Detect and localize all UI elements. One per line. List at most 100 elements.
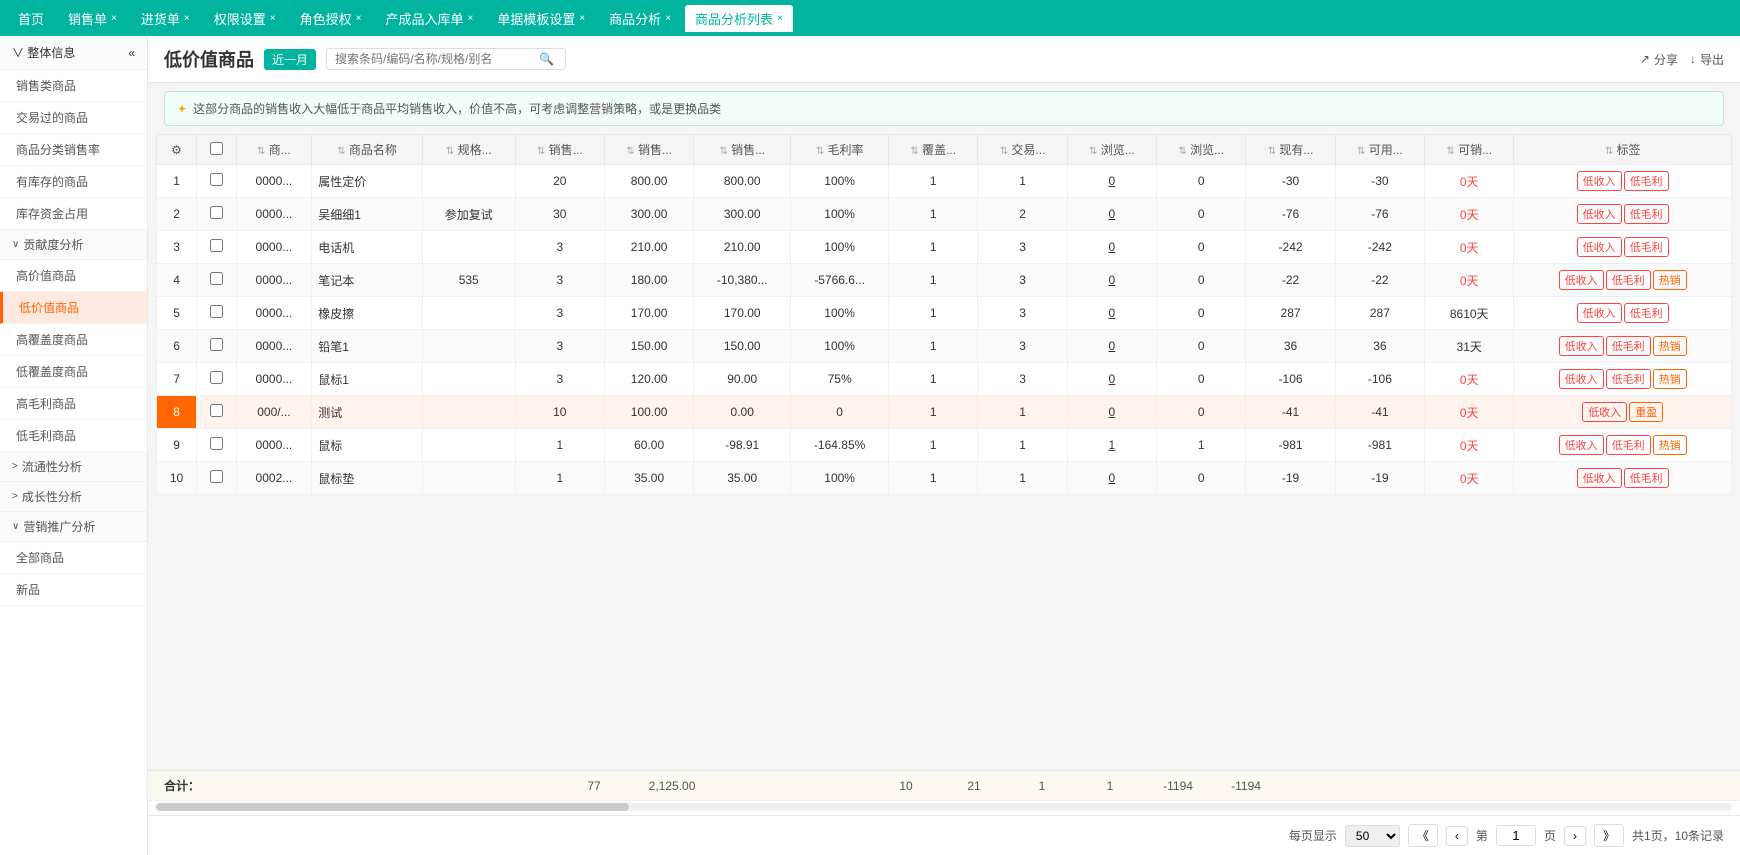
search-input[interactable] — [335, 52, 535, 66]
row-view1[interactable]: 0 — [1067, 462, 1156, 495]
close-icon[interactable]: × — [356, 13, 362, 24]
sidebar-item-low-coverage[interactable]: 低覆盖度商品 — [0, 356, 147, 388]
page-number-input[interactable] — [1496, 825, 1536, 846]
view1-link[interactable]: 0 — [1109, 405, 1116, 419]
view1-link[interactable]: 0 — [1109, 207, 1116, 221]
row-checkbox[interactable] — [210, 437, 223, 450]
sidebar-item-new-products[interactable]: 新品 — [0, 574, 147, 606]
sidebar-group-growth[interactable]: > 成长性分析 — [0, 482, 147, 512]
row-sales-qty: 30 — [515, 198, 604, 231]
nav-production-inbound[interactable]: 产成品入库单 × — [375, 5, 483, 32]
row-current-stock: -22 — [1246, 264, 1335, 297]
sidebar-item-high-value[interactable]: 高价值商品 — [0, 260, 147, 292]
col-profit-rate: ⇅ 毛利率 — [791, 135, 889, 165]
table-row: 50000...橡皮擦3170.00170.00100%130028728786… — [157, 297, 1732, 330]
close-icon[interactable]: × — [777, 13, 783, 24]
sidebar-item-category-rate[interactable]: 商品分类销售率 — [0, 134, 147, 166]
nav-role-auth[interactable]: 角色授权 × — [290, 5, 372, 32]
sidebar-item-sales-products[interactable]: 销售类商品 — [0, 70, 147, 102]
row-view1[interactable]: 0 — [1067, 363, 1156, 396]
last-page-button[interactable]: 》 — [1594, 824, 1624, 847]
row-checkbox[interactable] — [210, 206, 223, 219]
row-name: 测试 — [312, 396, 423, 429]
view1-link[interactable]: 0 — [1109, 273, 1116, 287]
col-settings[interactable]: ⚙ — [157, 135, 197, 165]
row-spec — [422, 462, 515, 495]
view1-link[interactable]: 0 — [1109, 306, 1116, 320]
nav-sales-order[interactable]: 销售单 × — [58, 5, 127, 32]
first-page-button[interactable]: 《 — [1408, 824, 1438, 847]
share-button[interactable]: ↗ 分享 — [1640, 51, 1678, 68]
col-tags: ⇅ 标签 — [1514, 135, 1732, 165]
close-icon[interactable]: × — [270, 13, 276, 24]
nav-template-settings[interactable]: 单据模板设置 × — [487, 5, 595, 32]
row-checkbox[interactable] — [210, 305, 223, 318]
view1-link[interactable]: 0 — [1109, 174, 1116, 188]
table-area[interactable]: ⚙ ⇅ 商... ⇅ 商品名称 ⇅ 规格... ⇅ 销售... ⇅ 销售... … — [148, 134, 1740, 770]
scroll-track — [156, 803, 1732, 811]
row-view1[interactable]: 0 — [1067, 297, 1156, 330]
row-trade: 3 — [978, 231, 1067, 264]
sidebar-group-overall[interactable]: ∨ 整体信息 « — [0, 36, 147, 70]
close-icon[interactable]: × — [184, 13, 190, 24]
sidebar-item-high-margin[interactable]: 高毛利商品 — [0, 388, 147, 420]
next-page-button[interactable]: › — [1564, 826, 1586, 846]
sidebar-item-stock-products[interactable]: 有库存的商品 — [0, 166, 147, 198]
view1-link[interactable]: 0 — [1109, 339, 1116, 353]
select-all-checkbox[interactable] — [210, 142, 223, 155]
row-view2: 0 — [1157, 396, 1246, 429]
nav-product-analysis[interactable]: 商品分析 × — [599, 5, 681, 32]
row-coverage: 1 — [889, 429, 978, 462]
row-checkbox[interactable] — [210, 239, 223, 252]
row-checkbox[interactable] — [210, 173, 223, 186]
sidebar-group-contribution[interactable]: ∨ 贡献度分析 — [0, 230, 147, 260]
close-icon[interactable]: × — [111, 13, 117, 24]
close-icon[interactable]: × — [579, 13, 585, 24]
nav-product-analysis-list[interactable]: 商品分析列表 × — [685, 5, 793, 32]
nav-home[interactable]: 首页 — [8, 5, 54, 32]
prev-page-button[interactable]: ‹ — [1446, 826, 1468, 846]
col-current-stock: ⇅ 现有... — [1246, 135, 1335, 165]
row-checkbox[interactable] — [210, 272, 223, 285]
row-checkbox-cell — [197, 462, 237, 495]
row-checkbox[interactable] — [210, 371, 223, 384]
row-current-stock: -41 — [1246, 396, 1335, 429]
row-view1[interactable]: 0 — [1067, 165, 1156, 198]
close-icon[interactable]: × — [665, 13, 671, 24]
tag-badge: 低毛利 — [1624, 204, 1669, 224]
view1-link[interactable]: 0 — [1109, 240, 1116, 254]
row-view1[interactable]: 0 — [1067, 264, 1156, 297]
row-checkbox[interactable] — [210, 338, 223, 351]
row-view1[interactable]: 0 — [1067, 330, 1156, 363]
view1-link[interactable]: 0 — [1109, 471, 1116, 485]
row-view1[interactable]: 0 — [1067, 396, 1156, 429]
row-view1[interactable]: 0 — [1067, 198, 1156, 231]
nav-purchase-order[interactable]: 进货单 × — [131, 5, 200, 32]
view1-link[interactable]: 0 — [1109, 372, 1116, 386]
view1-link[interactable]: 1 — [1109, 438, 1116, 452]
row-view1[interactable]: 0 — [1067, 231, 1156, 264]
search-icon[interactable]: 🔍 — [539, 52, 554, 66]
sidebar-group-circulation[interactable]: > 流通性分析 — [0, 452, 147, 482]
date-tag[interactable]: 近一月 — [264, 49, 316, 70]
export-button[interactable]: ↓ 导出 — [1690, 51, 1724, 68]
row-view1[interactable]: 1 — [1067, 429, 1156, 462]
row-sales-qty: 3 — [515, 330, 604, 363]
tag-badge: 低收入 — [1577, 303, 1622, 323]
sidebar-item-low-value[interactable]: 低价值商品 — [0, 292, 147, 324]
sidebar-item-high-coverage[interactable]: 高覆盖度商品 — [0, 324, 147, 356]
row-checkbox[interactable] — [210, 404, 223, 417]
sidebar-group-marketing[interactable]: ∨ 营销推广分析 — [0, 512, 147, 542]
footer-scroll — [148, 800, 1740, 815]
nav-permissions[interactable]: 权限设置 × — [204, 5, 286, 32]
sidebar-item-stock-capital[interactable]: 库存资金占用 — [0, 198, 147, 230]
sidebar-item-low-margin[interactable]: 低毛利商品 — [0, 420, 147, 452]
top-nav: 首页 销售单 × 进货单 × 权限设置 × 角色授权 × 产成品入库单 × 单据… — [0, 0, 1740, 36]
close-icon[interactable]: × — [467, 13, 473, 24]
sidebar-item-traded-products[interactable]: 交易过的商品 — [0, 102, 147, 134]
row-checkbox[interactable] — [210, 470, 223, 483]
col-checkbox[interactable] — [197, 135, 237, 165]
scroll-thumb[interactable] — [156, 803, 629, 811]
sidebar-item-all-products[interactable]: 全部商品 — [0, 542, 147, 574]
per-page-select[interactable]: 50 100 200 — [1345, 825, 1400, 847]
